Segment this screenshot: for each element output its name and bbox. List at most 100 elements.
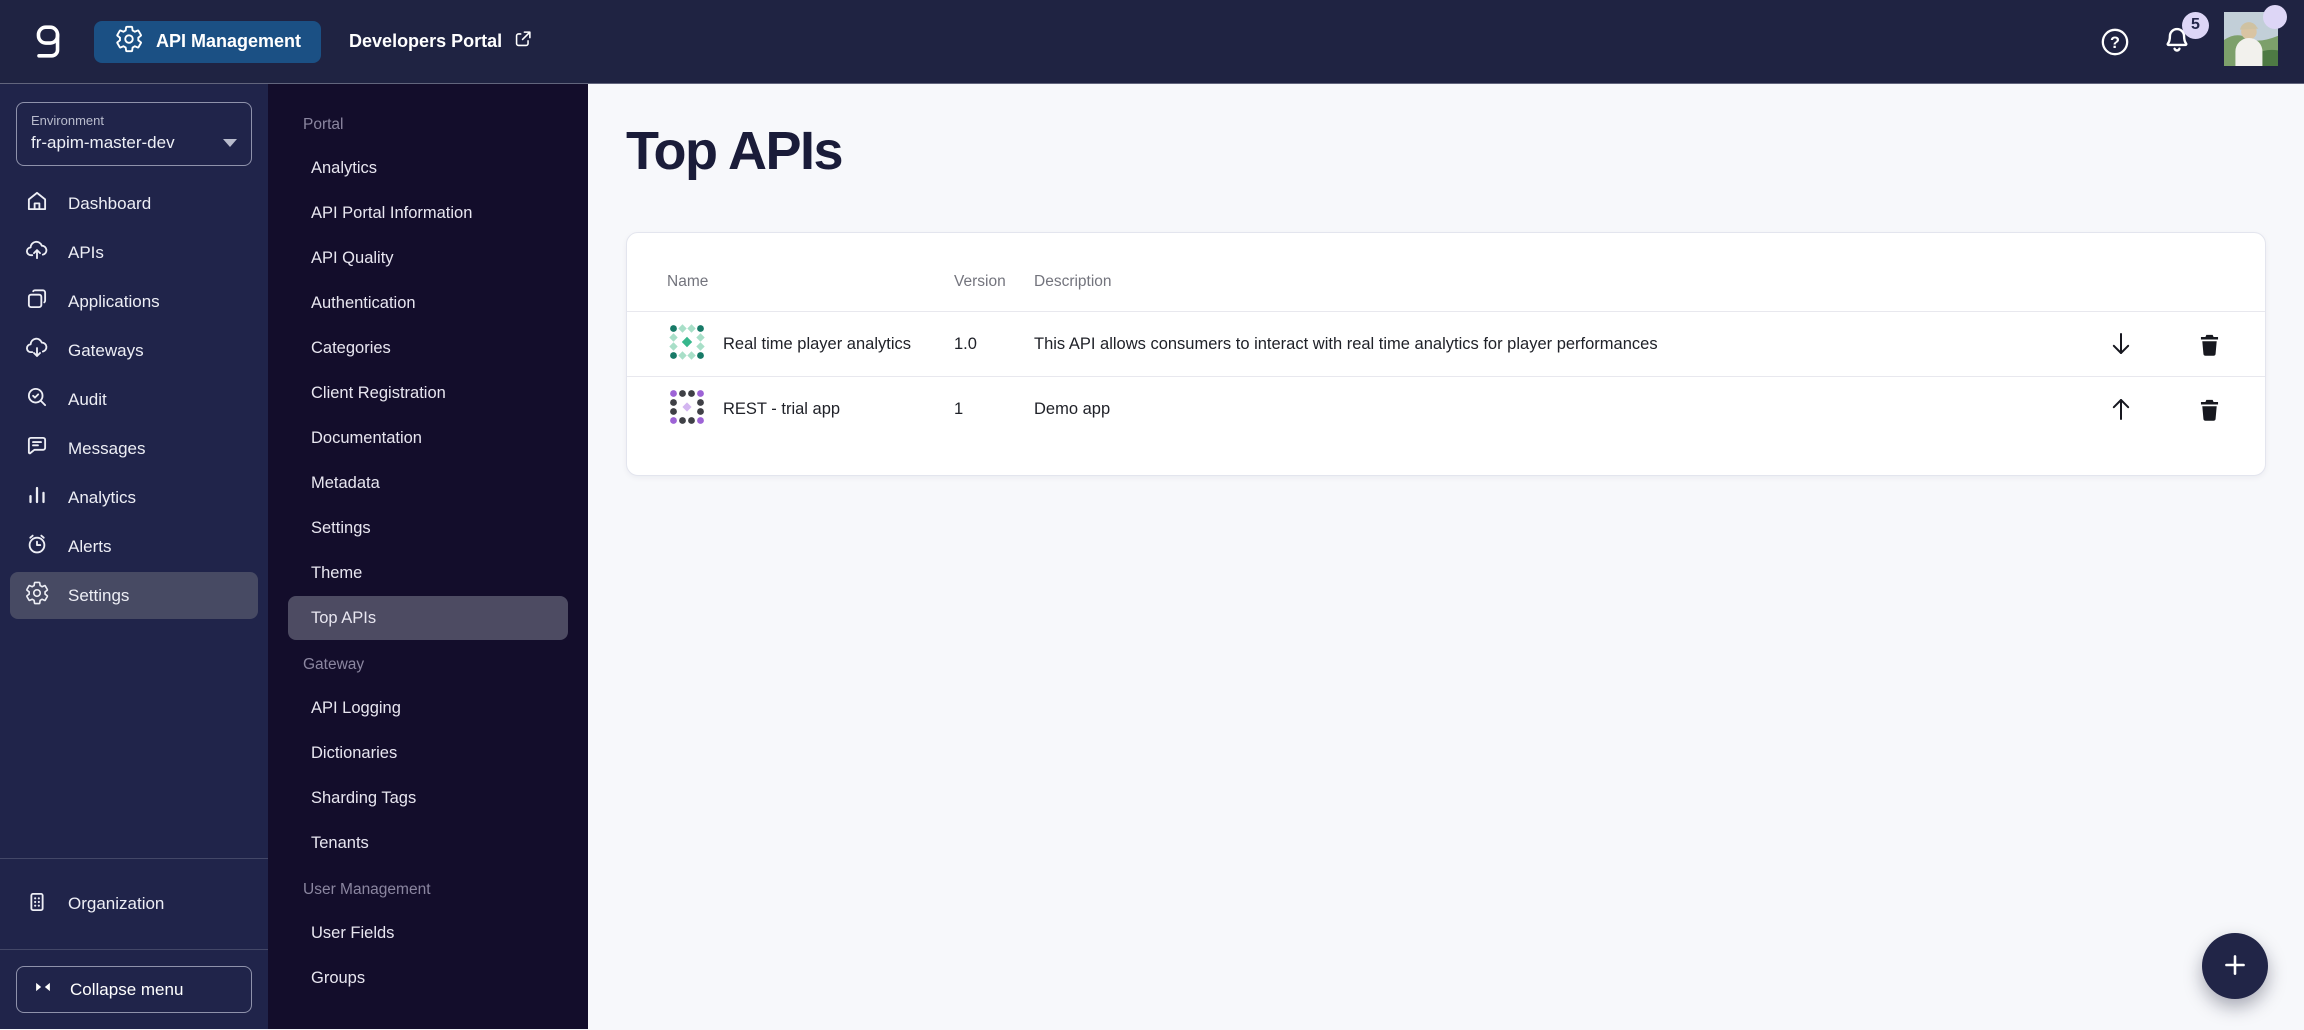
column-version: Version <box>954 273 1006 290</box>
table-row: Real time player analytics 1.0 This API … <box>627 311 2265 376</box>
notification-badge: 5 <box>2182 11 2209 39</box>
subnav-item-authentication[interactable]: Authentication <box>288 281 568 325</box>
cloud-down-icon <box>24 335 50 366</box>
message-icon <box>24 433 50 464</box>
sidebar-item-organization[interactable]: Organization <box>10 859 258 949</box>
notifications-button[interactable]: 5 <box>2160 11 2209 59</box>
subnav-item-user-fields[interactable]: User Fields <box>288 911 568 955</box>
gear-icon <box>24 580 50 611</box>
sidebar-item-analytics[interactable]: Analytics <box>10 474 258 521</box>
topbar-right: ? 5 <box>2098 5 2287 71</box>
cloud-up-icon <box>24 237 50 268</box>
add-top-api-button[interactable] <box>2202 933 2268 999</box>
topbar: API Management Developers Portal ? 5 <box>0 0 2304 84</box>
subnav-item-categories[interactable]: Categories <box>288 326 568 370</box>
user-avatar[interactable] <box>2224 5 2287 71</box>
subnav-item-api-portal-information[interactable]: API Portal Information <box>288 191 568 235</box>
main-content: Top APIs Name Version Description Real t… <box>588 84 2304 1029</box>
sidebar-item-alerts[interactable]: Alerts <box>10 523 258 570</box>
subnav-item-analytics[interactable]: Analytics <box>288 146 568 190</box>
sidebar-item-applications[interactable]: Applications <box>10 278 258 325</box>
sidebar-item-dashboard[interactable]: Dashboard <box>10 180 258 227</box>
chevron-down-icon <box>223 139 237 147</box>
table-row: REST - trial app 1 Demo app <box>627 376 2265 441</box>
audit-icon <box>24 384 50 415</box>
sidebar-item-gateways[interactable]: Gateways <box>10 327 258 374</box>
table-header: Name Version Description <box>627 253 2265 311</box>
subnav-item-api-quality[interactable]: API Quality <box>288 236 568 280</box>
sidebar-nav: Dashboard APIs Applications Gateways Aud… <box>0 180 268 619</box>
sidebar-item-label: Organization <box>68 894 165 913</box>
settings-subnav: Portal Analytics API Portal Information … <box>268 84 588 1029</box>
home-icon <box>24 188 50 219</box>
app-chip-label: API Management <box>156 31 302 51</box>
api-version: 1 <box>954 399 964 418</box>
api-description: This API allows consumers to interact wi… <box>1034 334 1658 353</box>
column-description: Description <box>1034 273 1112 290</box>
api-version: 1.0 <box>954 334 977 353</box>
sidebar-item-label: Applications <box>68 291 160 311</box>
sidebar-item-label: APIs <box>68 242 104 262</box>
api-description: Demo app <box>1034 399 1111 418</box>
portal-link-label: Developers Portal <box>349 31 503 51</box>
subnav-section-portal: Portal <box>303 116 344 133</box>
api-name: Real time player analytics <box>723 334 911 353</box>
page-title: Top APIs <box>626 121 844 181</box>
sidebar-item-label: Alerts <box>68 536 112 556</box>
subnav-item-theme[interactable]: Theme <box>288 551 568 595</box>
subnav-item-tenants[interactable]: Tenants <box>288 821 568 865</box>
top-apis-card: Name Version Description Real time playe… <box>626 232 2266 476</box>
collapse-menu-button[interactable]: Collapse menu <box>16 966 252 1013</box>
column-name: Name <box>667 273 709 290</box>
subnav-item-metadata[interactable]: Metadata <box>288 461 568 505</box>
sidebar-item-label: Messages <box>68 438 146 458</box>
sidebar-item-settings[interactable]: Settings <box>10 572 258 619</box>
subnav-item-groups[interactable]: Groups <box>288 956 568 1000</box>
developers-portal-link[interactable]: Developers Portal <box>349 28 534 55</box>
applications-icon <box>24 286 50 317</box>
status-dot <box>2263 5 2287 29</box>
subnav-item-client-registration[interactable]: Client Registration <box>288 371 568 415</box>
collapse-label: Collapse menu <box>70 979 184 999</box>
environment-selector[interactable]: Environment fr-apim-master-dev <box>16 102 252 166</box>
gravitee-logo <box>30 21 66 63</box>
subnav-item-settings[interactable]: Settings <box>288 506 568 550</box>
sidebar-item-label: Gateways <box>68 340 144 360</box>
subnav-item-api-logging[interactable]: API Logging <box>288 686 568 730</box>
subnav-section-gateway: Gateway <box>303 656 365 673</box>
subnav-item-documentation[interactable]: Documentation <box>288 416 568 460</box>
environment-label: Environment <box>31 113 104 128</box>
api-management-chip[interactable]: API Management <box>94 20 322 63</box>
building-icon <box>24 889 50 920</box>
api-picto-icon <box>667 387 707 432</box>
divider <box>0 949 268 950</box>
sidebar-item-messages[interactable]: Messages <box>10 425 258 472</box>
api-picto-icon <box>667 322 707 367</box>
sidebar-item-label: Settings <box>68 585 130 605</box>
alarm-icon <box>24 531 50 562</box>
help-icon[interactable]: ? <box>2098 25 2132 59</box>
environment-value: fr-apim-master-dev <box>31 133 175 152</box>
subnav-section-user-management: User Management <box>303 881 431 898</box>
avatar <box>2224 12 2278 70</box>
move-down-icon[interactable] <box>2105 328 2137 360</box>
sidebar-item-apis[interactable]: APIs <box>10 229 258 276</box>
subnav-item-top-apis[interactable]: Top APIs <box>288 596 568 640</box>
sidebar-item-audit[interactable]: Audit <box>10 376 258 423</box>
bar-chart-icon <box>24 482 50 513</box>
svg-text:?: ? <box>2110 33 2120 51</box>
api-name: REST - trial app <box>723 399 841 418</box>
plus-icon <box>2220 950 2250 983</box>
primary-sidebar: Environment fr-apim-master-dev Dashboard… <box>0 84 268 1029</box>
gear-icon <box>114 24 144 59</box>
collapse-icon <box>32 976 54 1003</box>
sidebar-item-label: Dashboard <box>68 193 152 213</box>
move-up-icon[interactable] <box>2105 393 2137 425</box>
delete-icon[interactable] <box>2193 328 2225 360</box>
subnav-item-sharding-tags[interactable]: Sharding Tags <box>288 776 568 820</box>
subnav-item-dictionaries[interactable]: Dictionaries <box>288 731 568 775</box>
sidebar-item-label: Audit <box>68 389 107 409</box>
sidebar-item-label: Analytics <box>68 487 137 507</box>
external-link-icon <box>512 28 534 55</box>
delete-icon[interactable] <box>2193 393 2225 425</box>
